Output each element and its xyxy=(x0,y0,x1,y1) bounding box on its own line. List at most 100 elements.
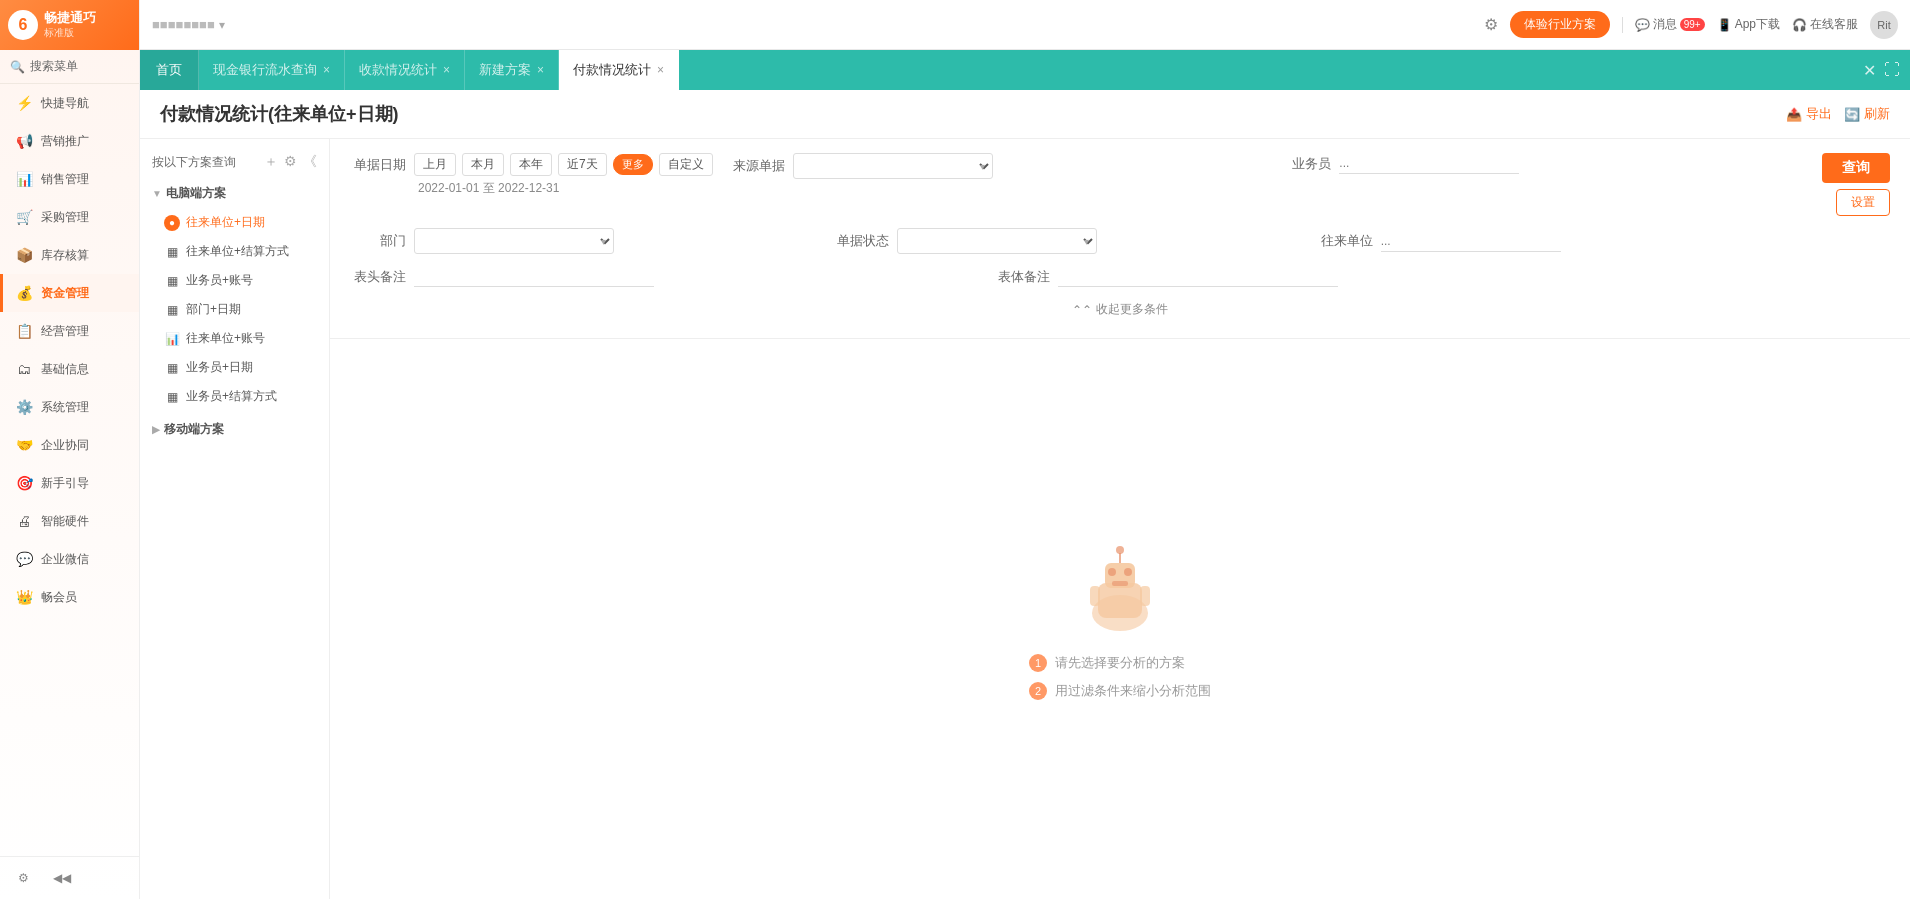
message-button[interactable]: 💬 消息 99+ xyxy=(1635,16,1705,33)
sidebar-item-label: 系统管理 xyxy=(41,399,89,416)
date-btn-more[interactable]: 更多 xyxy=(613,154,653,175)
date-btn-this-month[interactable]: 本月 xyxy=(462,153,504,176)
scheme-group-mobile-header[interactable]: ▶ 移动端方案 xyxy=(140,415,329,444)
tab-bank-flow[interactable]: 现金银行流水查询 × xyxy=(199,50,345,90)
date-btn-custom[interactable]: 自定义 xyxy=(659,153,713,176)
sidebar-item-label: 快捷导航 xyxy=(41,95,89,112)
capital-icon: 💰 xyxy=(15,284,33,302)
export-button[interactable]: 📤 导出 xyxy=(1786,105,1832,123)
user-avatar[interactable]: Rit xyxy=(1870,11,1898,39)
query-button[interactable]: 查询 xyxy=(1822,153,1890,183)
scheme-item-icon-sd: ▦ xyxy=(164,360,180,376)
scheme-item-dept-date[interactable]: ▦ 部门+日期 xyxy=(140,295,329,324)
filter-collapse-button[interactable]: ⌃⌃ 收起更多条件 xyxy=(1072,295,1168,324)
content-body: 按以下方案查询 ＋ ⚙ 《 ▼ 电脑端方案 ● 往来单位+日期 xyxy=(140,139,1910,899)
scheme-group-desktop: ▼ 电脑端方案 ● 往来单位+日期 ▦ 往来单位+结算方式 ▦ 业务员+账号 xyxy=(140,179,329,411)
sidebar-item-capital[interactable]: 💰 资金管理 xyxy=(0,274,139,312)
hint2-text: 用过滤条件来缩小分析范围 xyxy=(1055,682,1211,700)
empty-hint-1: 1 请先选择要分析的方案 xyxy=(1029,654,1211,672)
svg-point-4 xyxy=(1124,568,1132,576)
scheme-item-label: 业务员+结算方式 xyxy=(186,388,277,405)
sidebar-item-quick-nav[interactable]: ⚡ 快捷导航 xyxy=(0,84,139,122)
collapse-panel-icon[interactable]: 《 xyxy=(303,153,317,171)
body-note-label: 表体备注 xyxy=(994,268,1050,286)
date-btn-last-month[interactable]: 上月 xyxy=(414,153,456,176)
scheme-item-icon-ss: ▦ xyxy=(164,389,180,405)
staff-input[interactable] xyxy=(1339,153,1519,174)
scheme-item-staff-account[interactable]: ▦ 业务员+账号 xyxy=(140,266,329,295)
sidebar-item-basic-info[interactable]: 🗂 基础信息 xyxy=(0,350,139,388)
sidebar-item-guide[interactable]: 🎯 新手引导 xyxy=(0,464,139,502)
tab-new-scheme-close[interactable]: × xyxy=(537,64,544,76)
sidebar-item-sales[interactable]: 📊 销售管理 xyxy=(0,160,139,198)
basic-info-icon: 🗂 xyxy=(15,360,33,378)
sidebar-item-label: 销售管理 xyxy=(41,171,89,188)
sidebar-settings-button[interactable]: ⚙ xyxy=(10,867,37,889)
scheme-item-partner-settlement[interactable]: ▦ 往来单位+结算方式 xyxy=(140,237,329,266)
refresh-button[interactable]: 🔄 刷新 xyxy=(1844,105,1890,123)
tab-new-scheme[interactable]: 新建方案 × xyxy=(465,50,559,90)
topbar-controls: ⚙ 体验行业方案 💬 消息 99+ 📱 App下载 🎧 在线客服 Rit xyxy=(1484,11,1898,39)
date-btn-this-year[interactable]: 本年 xyxy=(510,153,552,176)
tab-close-all-icon[interactable]: ✕ xyxy=(1863,61,1876,80)
source-label: 来源单据 xyxy=(729,157,785,175)
tab-bank-flow-label: 现金银行流水查询 xyxy=(213,61,317,79)
scheme-item-staff-date[interactable]: ▦ 业务员+日期 xyxy=(140,353,329,382)
guide-icon: 🎯 xyxy=(15,474,33,492)
refresh-label: 刷新 xyxy=(1864,105,1890,123)
svg-rect-7 xyxy=(1140,586,1150,606)
online-service-button[interactable]: 🎧 在线客服 xyxy=(1792,16,1858,33)
sidebar-item-purchase[interactable]: 🛒 采购管理 xyxy=(0,198,139,236)
tab-receipt-stats[interactable]: 收款情况统计 × xyxy=(345,50,465,90)
main-area: ■■■■■■■■ ▾ ⚙ 体验行业方案 💬 消息 99+ 📱 App下载 🎧 在… xyxy=(140,0,1910,899)
scheme-item-label: 业务员+日期 xyxy=(186,359,253,376)
header-note-label: 表头备注 xyxy=(350,268,406,286)
hint2-number: 2 xyxy=(1029,682,1047,700)
partner-input[interactable] xyxy=(1381,231,1561,252)
tab-payment-stats-close[interactable]: × xyxy=(657,64,664,76)
sidebar-collapse-button[interactable]: ◀◀ xyxy=(45,867,79,889)
staff-label: 业务员 xyxy=(1275,155,1331,173)
scheme-item-staff-settlement[interactable]: ▦ 业务员+结算方式 xyxy=(140,382,329,411)
sidebar-item-inventory[interactable]: 📦 库存核算 xyxy=(0,236,139,274)
scheme-settings-icon[interactable]: ⚙ xyxy=(284,153,297,171)
trial-industry-button[interactable]: 体验行业方案 xyxy=(1510,11,1610,38)
sidebar-item-system[interactable]: ⚙️ 系统管理 xyxy=(0,388,139,426)
sidebar-item-hardware[interactable]: 🖨 智能硬件 xyxy=(0,502,139,540)
logo-text: 6 xyxy=(19,16,28,34)
sidebar-item-marketing[interactable]: 📢 营销推广 xyxy=(0,122,139,160)
scheme-item-partner-date[interactable]: ● 往来单位+日期 xyxy=(140,208,329,237)
tab-expand-icon[interactable]: ⛶ xyxy=(1884,61,1900,79)
refresh-icon: 🔄 xyxy=(1844,107,1860,122)
dept-select[interactable] xyxy=(414,228,614,254)
date-options: 上月 本月 本年 近7天 更多 自定义 xyxy=(414,153,713,176)
weixin-icon: 💬 xyxy=(15,550,33,568)
source-select[interactable] xyxy=(793,153,993,179)
sidebar-item-enterprise[interactable]: 🤝 企业协同 xyxy=(0,426,139,464)
date-range: 2022-01-01 至 2022-12-31 xyxy=(418,180,559,197)
topbar-settings-icon[interactable]: ⚙ xyxy=(1484,15,1498,34)
app-name: 畅捷通巧 xyxy=(44,10,96,26)
tab-bank-flow-close[interactable]: × xyxy=(323,64,330,76)
sidebar-item-operation[interactable]: 📋 经营管理 xyxy=(0,312,139,350)
sidebar-item-member[interactable]: 👑 畅会员 xyxy=(0,578,139,616)
sidebar-item-label: 库存核算 xyxy=(41,247,89,264)
date-btn-last-7days[interactable]: 近7天 xyxy=(558,153,607,176)
svg-rect-1 xyxy=(1098,583,1142,618)
dept-select-wrap xyxy=(414,228,614,254)
add-scheme-icon[interactable]: ＋ xyxy=(264,153,278,171)
tab-receipt-stats-close[interactable]: × xyxy=(443,64,450,76)
scheme-item-partner-account[interactable]: 📊 往来单位+账号 xyxy=(140,324,329,353)
doc-status-select[interactable] xyxy=(897,228,1097,254)
settings-button[interactable]: 设置 xyxy=(1836,189,1890,216)
scheme-group-desktop-header[interactable]: ▼ 电脑端方案 xyxy=(140,179,329,208)
tab-payment-stats[interactable]: 付款情况统计 × xyxy=(559,50,679,90)
sidebar-item-weixin[interactable]: 💬 企业微信 xyxy=(0,540,139,578)
tab-home[interactable]: 首页 xyxy=(140,50,199,90)
app-download-button[interactable]: 📱 App下载 xyxy=(1717,16,1780,33)
breadcrumb-dropdown[interactable]: ▾ xyxy=(219,18,225,32)
app-download-icon: 📱 xyxy=(1717,18,1732,32)
body-note-input[interactable] xyxy=(1058,266,1338,287)
sidebar-search[interactable]: 🔍 搜索菜单 xyxy=(0,50,139,84)
header-note-input[interactable] xyxy=(414,266,654,287)
